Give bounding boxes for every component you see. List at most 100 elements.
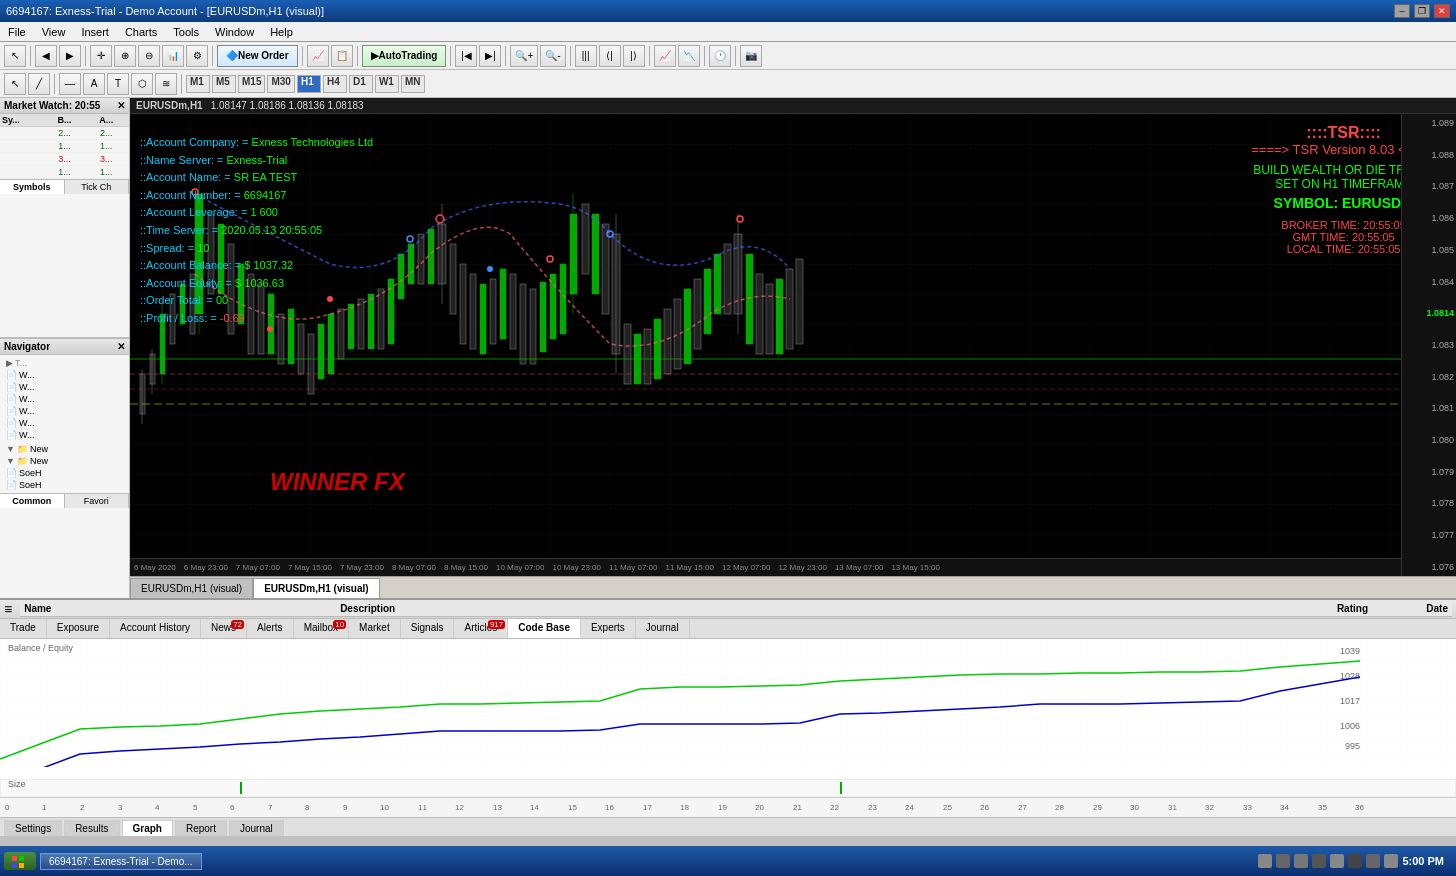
nav-item-w4[interactable]: 📄 W...: [2, 405, 127, 417]
chart-end-btn[interactable]: ▶|: [479, 45, 501, 67]
mw-row-1[interactable]: 2... 2...: [0, 127, 129, 140]
autotrading-button[interactable]: ▶ AutoTrading: [362, 45, 447, 67]
nav-item-w1[interactable]: 📄 W...: [2, 369, 127, 381]
fib-btn[interactable]: ≋: [155, 73, 177, 95]
chart-tab-2[interactable]: EURUSDm,H1 (visual): [253, 578, 379, 598]
term-tab-articles[interactable]: Articles917: [454, 619, 508, 638]
tf-m30[interactable]: M30: [267, 75, 294, 93]
close-button[interactable]: ✕: [1434, 4, 1450, 18]
nav-item-w6[interactable]: 📄 W...: [2, 429, 127, 441]
minimize-button[interactable]: –: [1394, 4, 1410, 18]
tf-m1[interactable]: M1: [186, 75, 210, 93]
svg-rect-52: [592, 214, 599, 294]
new-order-button[interactable]: 🔷 New Order: [217, 45, 298, 67]
term-tab-experts[interactable]: Experts: [581, 619, 636, 638]
term-tab-account-history[interactable]: Account History: [110, 619, 201, 638]
tf-mn[interactable]: MN: [401, 75, 425, 93]
menu-window[interactable]: Window: [207, 24, 262, 40]
restore-button[interactable]: ❐: [1414, 4, 1430, 18]
menu-view[interactable]: View: [34, 24, 74, 40]
menu-insert[interactable]: Insert: [73, 24, 117, 40]
taskbar-items: 6694167: Exness-Trial - Demo...: [40, 853, 1250, 870]
line-btn[interactable]: ╱: [28, 73, 50, 95]
mw-row-4[interactable]: 1... 1...: [0, 166, 129, 179]
zoom-chart-in-btn[interactable]: 🔍+: [510, 45, 538, 67]
term-tab-news[interactable]: News72: [201, 619, 247, 638]
taskbar-item-mt4[interactable]: 6694167: Exness-Trial - Demo...: [40, 853, 202, 870]
bottom-tab-settings[interactable]: Settings: [4, 820, 62, 836]
term-tab-signals[interactable]: Signals: [401, 619, 455, 638]
tf-m15[interactable]: M15: [238, 75, 265, 93]
menu-tools[interactable]: Tools: [165, 24, 207, 40]
forward-btn[interactable]: ▶: [59, 45, 81, 67]
zoom-in-btn[interactable]: ⊕: [114, 45, 136, 67]
zoom-chart-out-btn[interactable]: 🔍-: [540, 45, 565, 67]
bottom-tab-results[interactable]: Results: [64, 820, 119, 836]
chart-tab-1[interactable]: EURUSDm,H1 (visual): [130, 578, 253, 598]
tf-m5[interactable]: M5: [212, 75, 236, 93]
crosshair-btn[interactable]: ✛: [90, 45, 112, 67]
bottom-tab-graph[interactable]: Graph: [122, 820, 173, 836]
svg-rect-31: [398, 254, 404, 299]
nav-item-w2[interactable]: 📄 W...: [2, 381, 127, 393]
mw-row-2[interactable]: 1... 1...: [0, 140, 129, 153]
market-watch-close[interactable]: ✕: [117, 100, 125, 111]
nav-tab-favori[interactable]: Favori: [65, 494, 130, 508]
taskbar: 6694167: Exness-Trial - Demo... 5:00 PM: [0, 846, 1456, 876]
templates-btn[interactable]: 📋: [331, 45, 353, 67]
clock-btn[interactable]: 🕐: [709, 45, 731, 67]
tf-w1[interactable]: W1: [375, 75, 399, 93]
nav-item-w5[interactable]: 📄 W...: [2, 417, 127, 429]
term-tab-alerts[interactable]: Alerts: [247, 619, 294, 638]
mw-tab-tick[interactable]: Tick Ch: [65, 180, 130, 194]
nav-soeh2[interactable]: 📄 SoeH: [2, 479, 127, 491]
nav-folder-new1[interactable]: ▼ 📁 New: [2, 443, 127, 455]
menu-file[interactable]: File: [0, 24, 34, 40]
nav-item-t[interactable]: ▶ T...: [2, 357, 127, 369]
bottom-tab-journal[interactable]: Journal: [229, 820, 284, 836]
menu-charts[interactable]: Charts: [117, 24, 165, 40]
period-sep-btn[interactable]: |||: [575, 45, 597, 67]
sell-btn[interactable]: 📉: [678, 45, 700, 67]
term-tab-exposure[interactable]: Exposure: [47, 619, 110, 638]
market-watch-header: Market Watch: 20:55 ✕: [0, 98, 129, 114]
tf-d1[interactable]: D1: [349, 75, 373, 93]
back-btn[interactable]: ◀: [35, 45, 57, 67]
tf-h1[interactable]: H1: [297, 75, 321, 93]
term-tab-trade[interactable]: Trade: [0, 619, 47, 638]
bottom-tab-report[interactable]: Report: [175, 820, 227, 836]
sidebar-toggle-icon[interactable]: ≡: [4, 601, 12, 617]
tf-h4[interactable]: H4: [323, 75, 347, 93]
nav-soeh[interactable]: 📄 SoeH: [2, 467, 127, 479]
buy-btn[interactable]: 📈: [654, 45, 676, 67]
nav-tab-common[interactable]: Common: [0, 494, 65, 508]
zoom-out-btn[interactable]: ⊖: [138, 45, 160, 67]
chart-tabs: EURUSDm,H1 (visual) EURUSDm,H1 (visual): [130, 576, 1456, 598]
navigator-close[interactable]: ✕: [117, 341, 125, 352]
term-tab-journal[interactable]: Journal: [636, 619, 690, 638]
mw-row-3[interactable]: 3... 3...: [0, 153, 129, 166]
nav-item-w3[interactable]: 📄 W...: [2, 393, 127, 405]
nav-folder-new2[interactable]: ▼ 📁 New: [2, 455, 127, 467]
chart-scroll-btn[interactable]: |◀: [455, 45, 477, 67]
chart-type-btn[interactable]: 📊: [162, 45, 184, 67]
start-button[interactable]: [4, 852, 36, 869]
chart-next-btn[interactable]: |⟩: [623, 45, 645, 67]
term-tab-mailbox[interactable]: Mailbox10: [294, 619, 349, 638]
mw-tab-symbols[interactable]: Symbols: [0, 180, 65, 194]
screenshot-btn[interactable]: 📷: [740, 45, 762, 67]
arrow-tool-btn[interactable]: ↖: [4, 45, 26, 67]
menu-help[interactable]: Help: [262, 24, 301, 40]
abc-btn[interactable]: T: [107, 73, 129, 95]
term-tab-codebase[interactable]: Code Base: [508, 619, 581, 638]
chart-canvas[interactable]: ::Account Company: = Exness Technologies…: [130, 114, 1456, 576]
chart-prev-btn[interactable]: ⟨|: [599, 45, 621, 67]
term-tab-market[interactable]: Market: [349, 619, 401, 638]
trendline-btn[interactable]: A: [83, 73, 105, 95]
properties-btn[interactable]: ⚙: [186, 45, 208, 67]
indicators-btn[interactable]: 📈: [307, 45, 329, 67]
shapes-btn[interactable]: ⬡: [131, 73, 153, 95]
hline-btn[interactable]: —: [59, 73, 81, 95]
sep9: [649, 46, 650, 66]
crosshair2-btn[interactable]: ↖: [4, 73, 26, 95]
